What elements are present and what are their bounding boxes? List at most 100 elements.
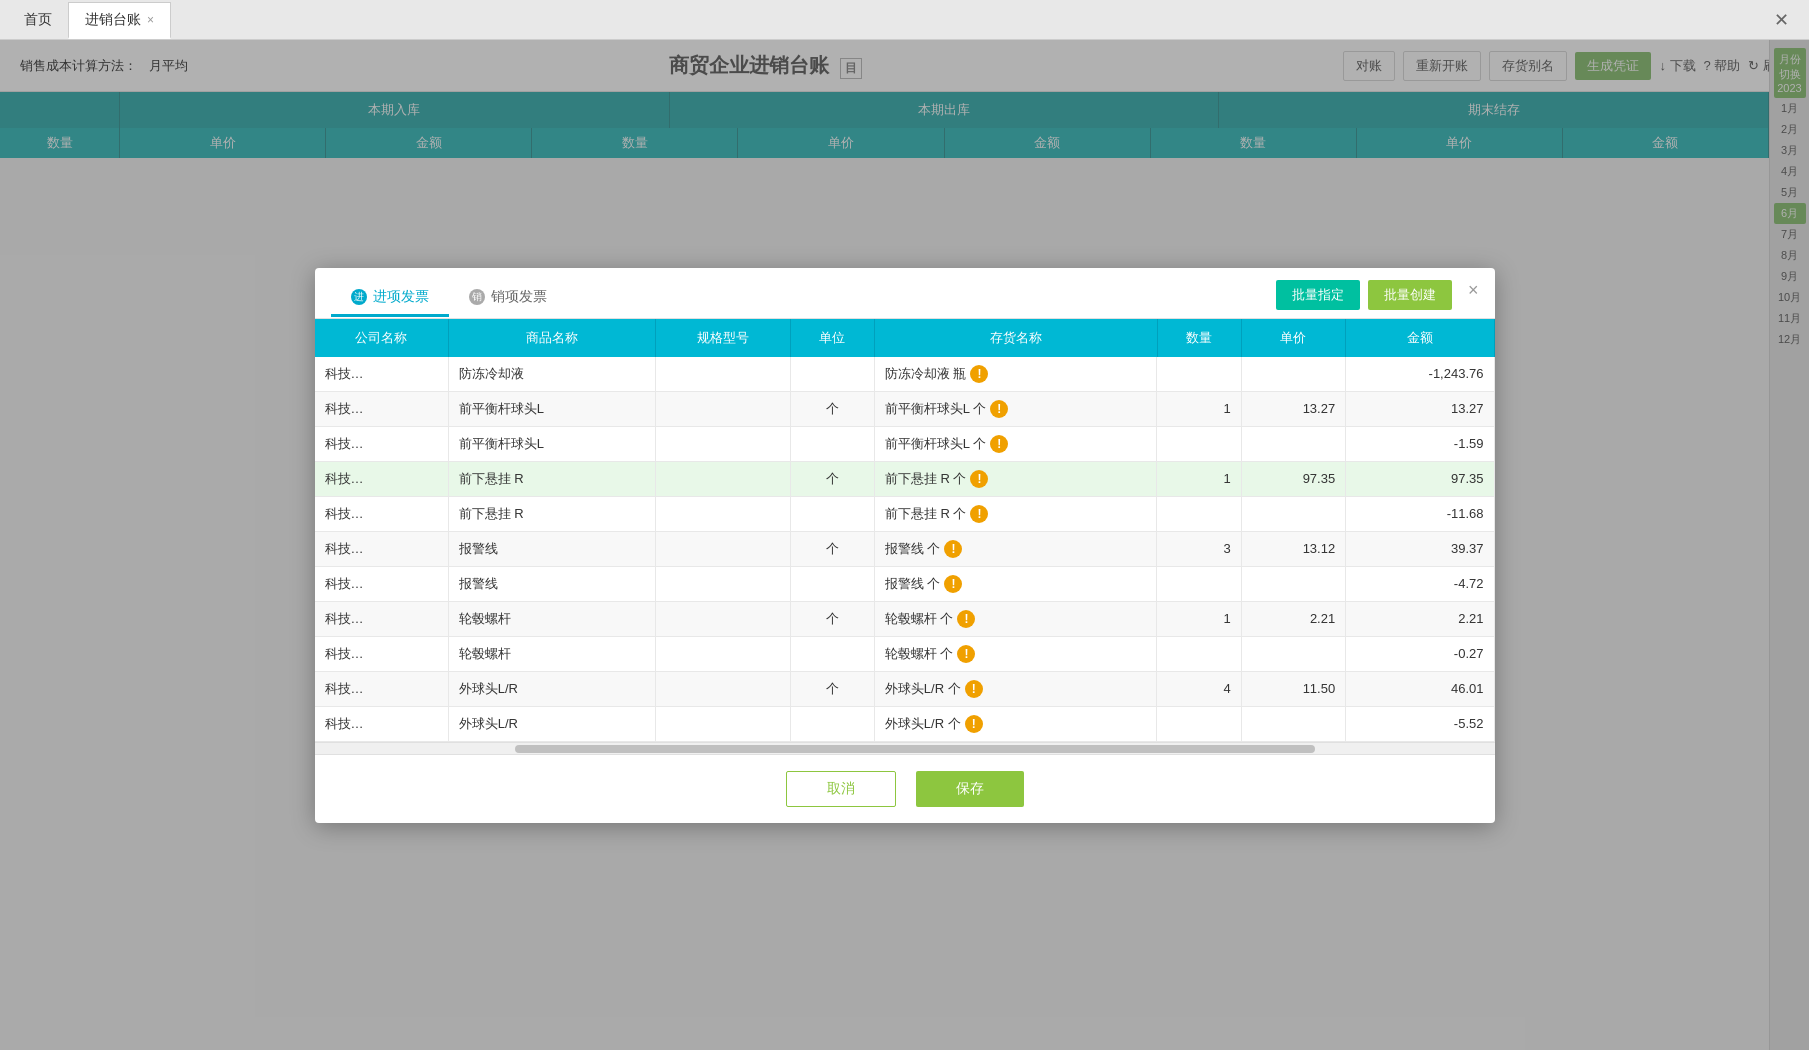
table-row[interactable]: 科技…轮毂螺杆 轮毂螺杆 个! -0.27 — [315, 636, 1495, 671]
warn-icon: ! — [990, 435, 1008, 453]
modal-tabs: 进 进项发票 销 销项发票 — [331, 280, 567, 317]
data-cell — [1157, 706, 1241, 741]
data-cell — [1241, 636, 1346, 671]
data-cell: 2.21 — [1346, 601, 1494, 636]
data-cell: 39.37 — [1346, 531, 1494, 566]
window-close-button[interactable]: ✕ — [1762, 9, 1801, 31]
data-cell: 1 — [1157, 391, 1241, 426]
data-cell: 科技… — [315, 496, 449, 531]
tab-outgoing-invoice[interactable]: 销 销项发票 — [449, 280, 567, 317]
data-cell — [656, 636, 791, 671]
data-cell — [790, 426, 874, 461]
table-row[interactable]: 科技…轮毂螺杆个轮毂螺杆 个!12.212.21 — [315, 601, 1495, 636]
data-cell — [790, 357, 874, 392]
modal-close-button[interactable]: × — [1468, 280, 1479, 301]
data-cell — [790, 706, 874, 741]
data-cell: 科技… — [315, 357, 449, 392]
modal-scrollbar-thumb — [515, 745, 1315, 753]
inventory-cell: 报警线 个! — [875, 567, 1157, 601]
modal-scrollbar[interactable] — [315, 742, 1495, 754]
data-cell: -1,243.76 — [1346, 357, 1494, 392]
outgoing-tab-icon: 销 — [469, 289, 485, 305]
data-cell: 科技… — [315, 461, 449, 496]
table-row[interactable]: 科技…前下悬挂 R前下悬挂 R 个!-11.68 — [315, 496, 1495, 531]
warn-icon: ! — [944, 540, 962, 558]
tab-active-label: 进销台账 — [85, 11, 141, 29]
data-cell: 11.50 — [1241, 671, 1346, 706]
data-cell — [656, 671, 791, 706]
data-cell: 个 — [790, 671, 874, 706]
warn-icon: ! — [970, 365, 988, 383]
data-cell — [656, 426, 791, 461]
app-background: 销售成本计算方法： 月平均 商贸企业进销台账 目 对账 重新开账 存货别名 生成… — [0, 40, 1809, 1050]
save-button[interactable]: 保存 — [916, 771, 1024, 807]
col-unit: 单位 — [790, 319, 874, 357]
table-row[interactable]: 科技…前平衡杆球头L前平衡杆球头L 个!-1.59 — [315, 426, 1495, 461]
cancel-button[interactable]: 取消 — [786, 771, 896, 807]
modal-header-actions: 批量指定 批量创建 × — [1276, 280, 1479, 310]
data-cell: 外球头L/R — [448, 671, 655, 706]
data-cell: 13.12 — [1241, 531, 1346, 566]
data-cell — [1157, 636, 1241, 671]
data-cell: 个 — [790, 531, 874, 566]
data-cell: 科技… — [315, 636, 449, 671]
batch-create-button[interactable]: 批量创建 — [1368, 280, 1452, 310]
data-cell — [656, 496, 791, 531]
table-row[interactable]: 科技…外球头L/R个外球头L/R 个!411.5046.01 — [315, 671, 1495, 706]
table-row[interactable]: 科技…报警线个报警线 个!313.1239.37 — [315, 531, 1495, 566]
data-cell: 外球头L/R — [448, 706, 655, 741]
tab-incoming-invoice[interactable]: 进 进项发票 — [331, 280, 449, 317]
data-cell — [656, 461, 791, 496]
data-cell — [1157, 566, 1241, 601]
data-cell: -0.27 — [1346, 636, 1494, 671]
col-spec: 规格型号 — [656, 319, 791, 357]
col-product-name: 商品名称 — [448, 319, 655, 357]
table-row[interactable]: 科技…报警线报警线 个!-4.72 — [315, 566, 1495, 601]
data-cell: 科技… — [315, 671, 449, 706]
batch-assign-button[interactable]: 批量指定 — [1276, 280, 1360, 310]
data-cell: 2.21 — [1241, 601, 1346, 636]
tab-close-icon[interactable]: × — [147, 13, 154, 27]
data-cell — [1241, 496, 1346, 531]
data-cell: 97.35 — [1346, 461, 1494, 496]
data-cell: -1.59 — [1346, 426, 1494, 461]
data-cell — [1157, 357, 1241, 392]
warn-icon: ! — [957, 610, 975, 628]
data-cell: 个 — [790, 601, 874, 636]
tab-home[interactable]: 首页 — [8, 3, 68, 37]
table-row[interactable]: 科技…防冻冷却液防冻冷却液 瓶!-1,243.76 — [315, 357, 1495, 392]
data-cell — [790, 496, 874, 531]
table-row[interactable]: 科技…前下悬挂 R个前下悬挂 R 个!197.3597.35 — [315, 461, 1495, 496]
tab-active[interactable]: 进销台账 × — [68, 2, 171, 39]
data-cell: -11.68 — [1346, 496, 1494, 531]
data-cell — [1241, 566, 1346, 601]
inventory-cell: 报警线 个! — [875, 532, 1157, 566]
data-cell: 前下悬挂 R — [448, 461, 655, 496]
data-cell — [656, 531, 791, 566]
data-cell — [656, 706, 791, 741]
inventory-cell: 外球头L/R 个! — [875, 707, 1157, 741]
data-cell: 科技… — [315, 706, 449, 741]
data-cell: 前下悬挂 R — [448, 496, 655, 531]
tab-bar: 首页 进销台账 × ✕ — [0, 0, 1809, 40]
warn-icon: ! — [990, 400, 1008, 418]
data-cell — [790, 636, 874, 671]
inventory-cell: 前下悬挂 R 个! — [875, 462, 1157, 496]
modal-header: 进 进项发票 销 销项发票 批量指定 批量创建 × — [315, 268, 1495, 319]
data-cell: 4 — [1157, 671, 1241, 706]
outgoing-tab-label: 销项发票 — [491, 288, 547, 306]
data-cell: 个 — [790, 461, 874, 496]
data-cell: 1 — [1157, 461, 1241, 496]
inventory-cell: 轮毂螺杆 个! — [875, 637, 1157, 671]
data-cell: 报警线 — [448, 566, 655, 601]
modal-table-container[interactable]: 公司名称 商品名称 规格型号 单位 存货名称 数量 单价 金额 科技…防冻冷却液… — [315, 319, 1495, 742]
data-cell — [1241, 706, 1346, 741]
table-row[interactable]: 科技…前平衡杆球头L个前平衡杆球头L 个!113.2713.27 — [315, 391, 1495, 426]
data-cell: 前平衡杆球头L — [448, 426, 655, 461]
table-row[interactable]: 科技…外球头L/R外球头L/R 个!-5.52 — [315, 706, 1495, 741]
col-company: 公司名称 — [315, 319, 449, 357]
data-cell — [1241, 357, 1346, 392]
data-cell — [790, 566, 874, 601]
col-quantity: 数量 — [1157, 319, 1241, 357]
data-cell: 轮毂螺杆 — [448, 636, 655, 671]
